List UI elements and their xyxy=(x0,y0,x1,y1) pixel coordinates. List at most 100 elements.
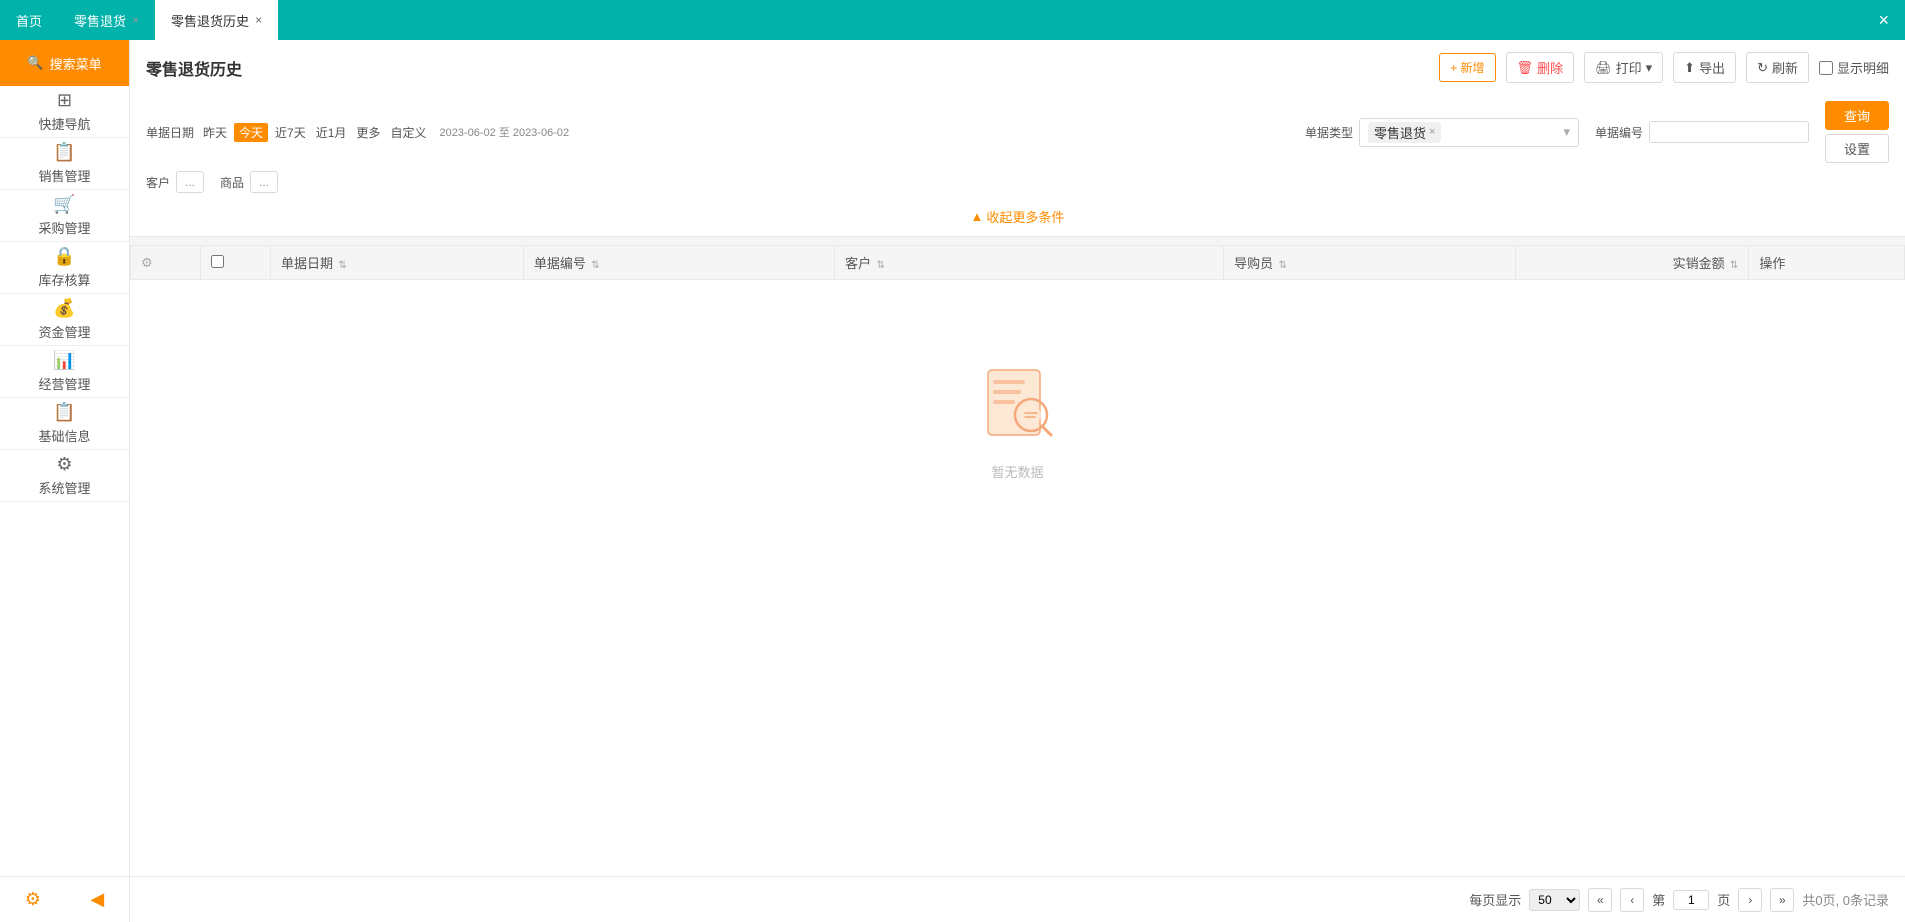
page-number-input[interactable] xyxy=(1673,890,1709,910)
th-date-label: 单据日期 xyxy=(281,256,333,271)
action-buttons: 查询 设置 xyxy=(1825,101,1889,163)
export-icon: ⬆ xyxy=(1684,60,1695,76)
th-num-label: 单据编号 xyxy=(534,256,586,271)
sidebar-item-sales-mgmt-label: 销售管理 xyxy=(38,166,90,185)
data-table: ⚙ 单据日期 ⇅ 单据编号 ⇅ xyxy=(130,245,1905,561)
date-yesterday[interactable]: 昨天 xyxy=(200,123,230,142)
tab-retail-return-history[interactable]: 零售退货历史 × xyxy=(155,0,278,40)
table-header: ⚙ 单据日期 ⇅ 单据编号 ⇅ xyxy=(131,246,1905,280)
date-filter: 单据日期 昨天 今天 近7天 近1月 更多 自定义 2023-06-02 至 2… xyxy=(146,123,569,142)
th-action-label: 操作 xyxy=(1759,256,1785,271)
th-customer[interactable]: 客户 ⇅ xyxy=(835,246,1224,280)
date-shortcuts: 昨天 今天 近7天 近1月 更多 自定义 xyxy=(200,123,429,142)
th-guide[interactable]: 导购员 ⇅ xyxy=(1224,246,1516,280)
delete-icon: 🗑 xyxy=(1517,60,1534,76)
window-close-button[interactable]: × xyxy=(1862,10,1905,31)
sidebar-item-operations[interactable]: 📊 经营管理 xyxy=(0,346,129,398)
select-all-checkbox[interactable] xyxy=(211,255,224,268)
th-amount-label: 实销金额 xyxy=(1673,256,1725,271)
sidebar-item-inventory[interactable]: 🔒 库存核算 xyxy=(0,242,129,294)
print-dropdown-icon: ▾ xyxy=(1646,60,1653,76)
filter-area: 单据日期 昨天 今天 近7天 近1月 更多 自定义 2023-06-02 至 2… xyxy=(146,93,1889,236)
date-1month[interactable]: 近1月 xyxy=(313,123,350,142)
prev-page-button[interactable]: ‹ xyxy=(1620,888,1644,912)
sidebar-search[interactable]: 🔍 搜索菜单 xyxy=(0,40,129,86)
doc-type-dropdown-icon: ▾ xyxy=(1563,124,1570,140)
settings-bottom-icon[interactable]: ⚙ xyxy=(25,889,41,910)
th-amount-sort-icon: ⇅ xyxy=(1730,260,1738,271)
empty-state: 暂无数据 xyxy=(131,280,1905,561)
filter-settings-button[interactable]: 设置 xyxy=(1825,134,1889,163)
th-num-sort-icon: ⇅ xyxy=(591,260,599,271)
refresh-button[interactable]: ↻ 刷新 xyxy=(1746,52,1809,83)
date-7days[interactable]: 近7天 xyxy=(272,123,309,142)
per-page-label: 每页显示 xyxy=(1469,890,1521,909)
th-settings[interactable]: ⚙ xyxy=(131,246,201,280)
system-mgmt-icon: ⚙ xyxy=(56,454,72,475)
doc-type-select[interactable]: 零售退货 × ▾ xyxy=(1359,118,1579,147)
first-page-button[interactable]: « xyxy=(1588,888,1612,912)
content-area: 零售退货历史 + 新增 🗑 删除 🖨 打印 ▾ ⬆ 导出 xyxy=(130,40,1905,922)
export-button[interactable]: ⬆ 导出 xyxy=(1673,52,1736,83)
goods-filter: 商品 ... xyxy=(220,171,278,193)
per-page-select[interactable]: 10 20 50 100 xyxy=(1529,889,1580,911)
tab-retail-return[interactable]: 零售退货 × xyxy=(58,0,155,40)
last-page-button[interactable]: » xyxy=(1770,888,1794,912)
tab-retail-return-close[interactable]: × xyxy=(132,13,139,27)
search-icon: 🔍 xyxy=(27,55,43,71)
top-bar-tabs: 首页 零售退货 × 零售退货历史 × xyxy=(0,0,1862,40)
next-page-button[interactable]: › xyxy=(1738,888,1762,912)
sidebar-search-label: 搜索菜单 xyxy=(50,54,102,73)
inventory-icon: 🔒 xyxy=(53,246,75,267)
doc-num-label: 单据编号 xyxy=(1595,124,1643,141)
tab-retail-return-label: 零售退货 xyxy=(74,11,126,30)
page-summary: 共0页, 0条记录 xyxy=(1802,890,1889,909)
doc-type-label: 单据类型 xyxy=(1305,124,1353,141)
tab-home[interactable]: 首页 xyxy=(0,0,58,40)
sidebar-item-purchase-mgmt[interactable]: 🛒 采购管理 xyxy=(0,190,129,242)
customer-filter: 客户 ... xyxy=(146,171,204,193)
table-body: 暂无数据 xyxy=(131,280,1905,562)
customer-select-button[interactable]: ... xyxy=(176,171,204,193)
goods-select-button[interactable]: ... xyxy=(250,171,278,193)
th-guide-sort-icon: ⇅ xyxy=(1279,260,1287,271)
th-customer-label: 客户 xyxy=(845,256,871,271)
sidebar-bottom: ⚙ ◀ xyxy=(0,876,129,922)
filter-row-2: 客户 ... 商品 ... xyxy=(146,171,1889,193)
doc-type-tag-close[interactable]: × xyxy=(1429,126,1435,138)
collapse-row: ▲ 收起更多条件 xyxy=(146,201,1889,236)
doc-type-filter: 单据类型 零售退货 × ▾ xyxy=(1305,118,1579,147)
th-num[interactable]: 单据编号 ⇅ xyxy=(523,246,834,280)
date-today[interactable]: 今天 xyxy=(234,123,268,142)
tab-retail-return-history-close[interactable]: × xyxy=(255,13,262,27)
capital-icon: 💰 xyxy=(53,298,75,319)
sidebar-item-capital[interactable]: 💰 资金管理 xyxy=(0,294,129,346)
sidebar-item-basic-info[interactable]: 📋 基础信息 xyxy=(0,398,129,450)
print-button[interactable]: 🖨 打印 ▾ xyxy=(1584,52,1663,83)
show-detail-label: 显示明细 xyxy=(1819,58,1889,77)
sidebar-item-sales-mgmt[interactable]: 📋 销售管理 xyxy=(0,138,129,190)
operations-icon: 📊 xyxy=(53,350,75,371)
goods-label: 商品 xyxy=(220,174,244,191)
sidebar-item-quick-nav-label: 快捷导航 xyxy=(38,114,90,133)
collapse-label: 收起更多条件 xyxy=(986,207,1064,226)
collapse-sidebar-icon[interactable]: ◀ xyxy=(90,889,104,910)
date-more[interactable]: 更多 xyxy=(353,123,383,142)
sidebar-item-capital-label: 资金管理 xyxy=(38,322,90,341)
th-date[interactable]: 单据日期 ⇅ xyxy=(271,246,524,280)
date-custom[interactable]: 自定义 xyxy=(387,123,429,142)
tab-home-label: 首页 xyxy=(16,11,42,30)
tab-retail-return-history-label: 零售退货历史 xyxy=(171,11,249,30)
delete-button[interactable]: 🗑 删除 xyxy=(1506,52,1575,83)
new-button[interactable]: + 新增 xyxy=(1439,53,1495,82)
show-detail-checkbox[interactable] xyxy=(1819,61,1833,75)
collapse-button[interactable]: ▲ 收起更多条件 xyxy=(961,205,1075,228)
sidebar-item-quick-nav[interactable]: ⊞ 快捷导航 xyxy=(0,86,129,138)
page-header: 零售退货历史 + 新增 🗑 删除 🖨 打印 ▾ ⬆ 导出 xyxy=(130,40,1905,237)
doc-num-input[interactable] xyxy=(1649,121,1809,143)
query-button[interactable]: 查询 xyxy=(1825,101,1889,130)
th-check[interactable] xyxy=(201,246,271,280)
column-settings-icon[interactable]: ⚙ xyxy=(141,255,153,270)
sidebar-item-system-mgmt[interactable]: ⚙ 系统管理 xyxy=(0,450,129,502)
th-amount[interactable]: 实销金额 ⇅ xyxy=(1515,246,1748,280)
